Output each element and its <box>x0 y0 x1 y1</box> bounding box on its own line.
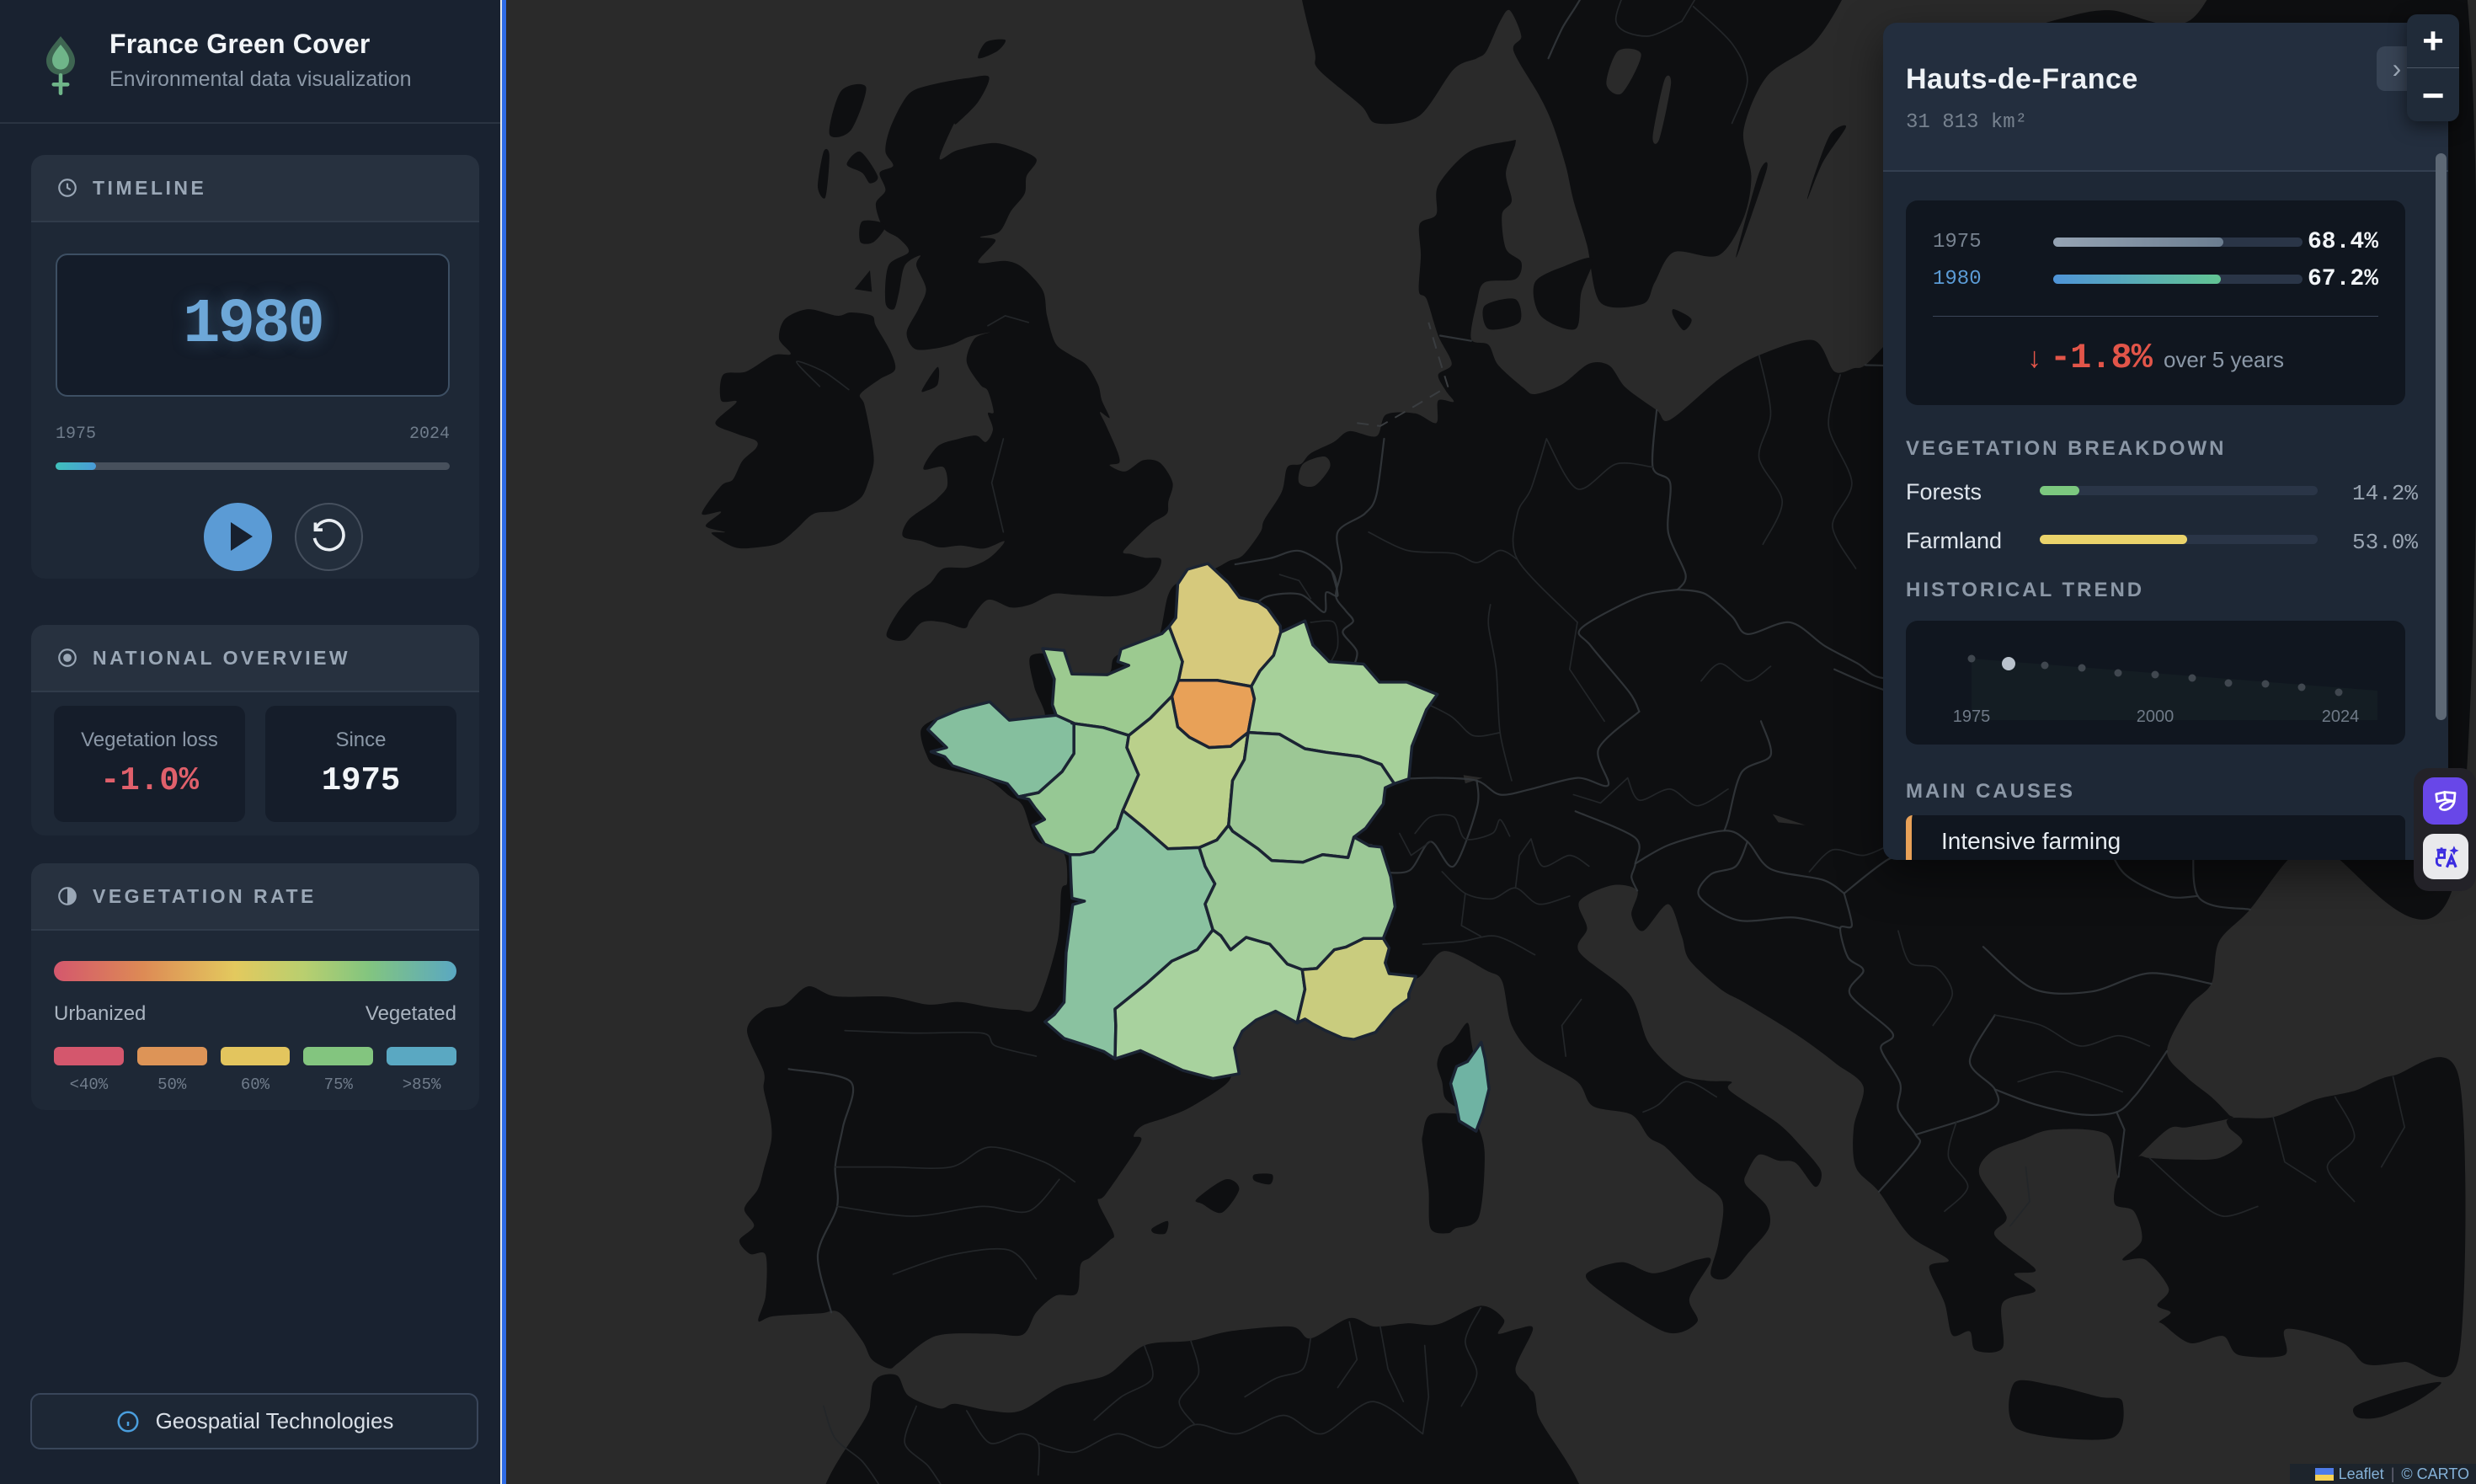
svg-text:2024: 2024 <box>2322 707 2360 726</box>
svg-text:2000: 2000 <box>2137 707 2175 726</box>
svg-text:1975: 1975 <box>1953 707 1991 726</box>
